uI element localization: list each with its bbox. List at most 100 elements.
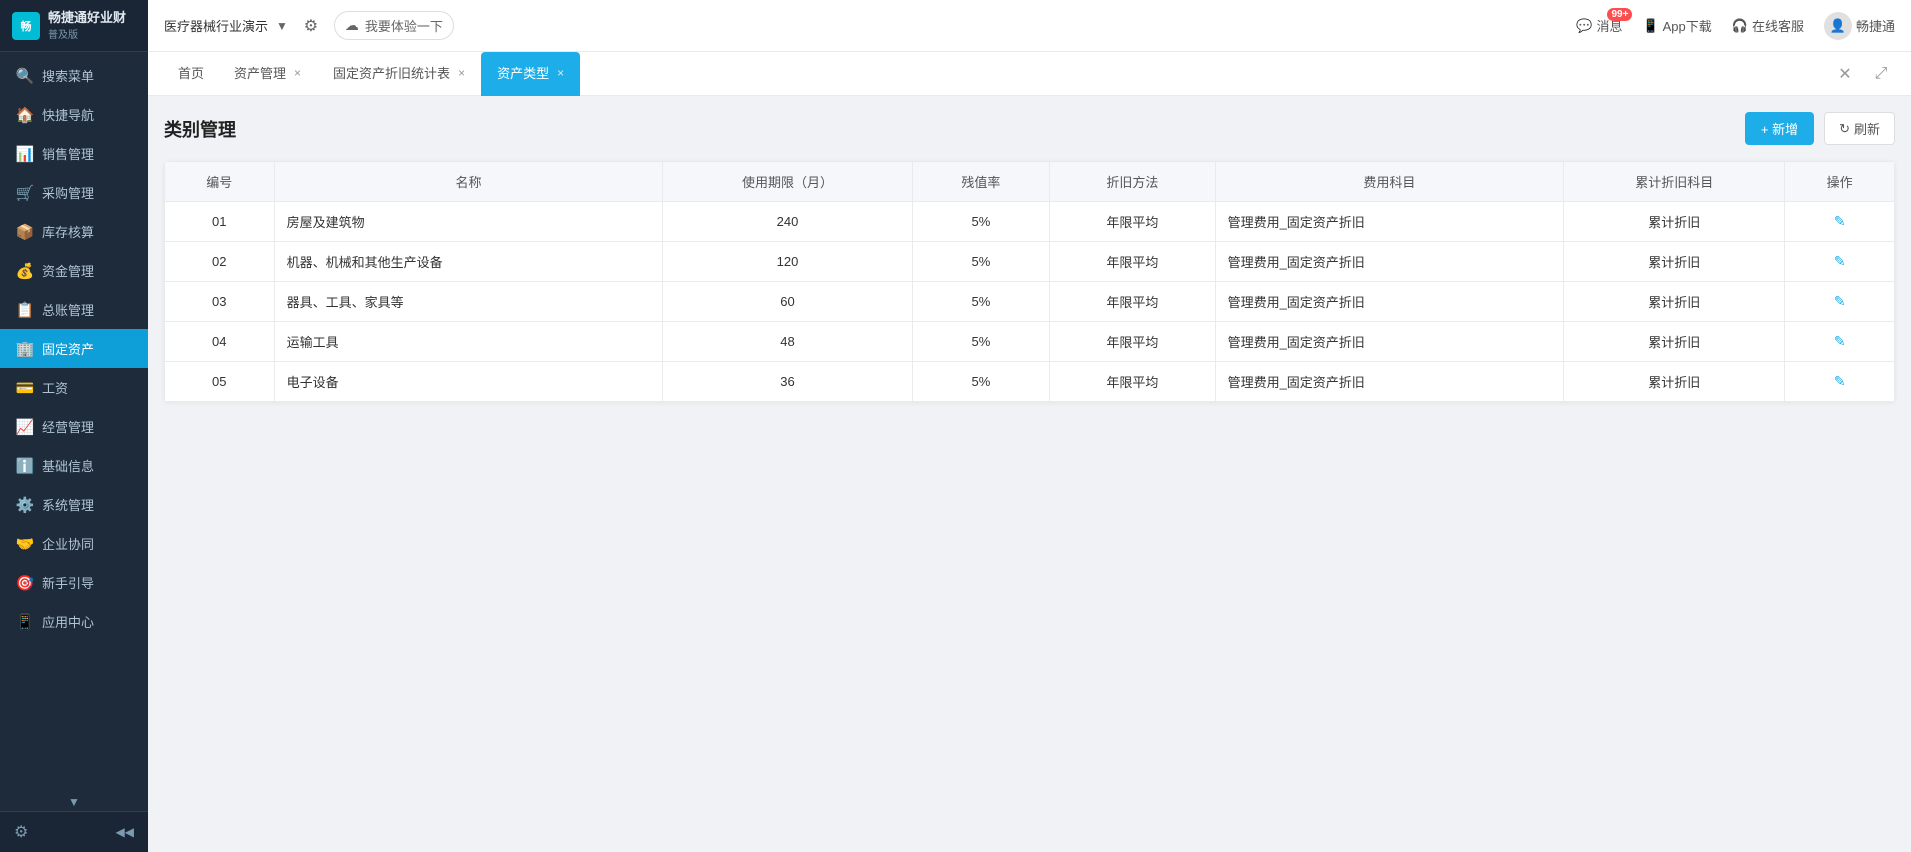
sidebar-item-label-app-center: 应用中心 bbox=[42, 612, 94, 631]
inventory-icon: 📦 bbox=[16, 223, 34, 241]
tab-asset-type[interactable]: 资产类型 × bbox=[481, 52, 580, 96]
settings-footer-icon[interactable]: ⚙ bbox=[14, 822, 28, 842]
tab-asset-type-label: 资产类型 bbox=[497, 63, 549, 82]
app-download-button[interactable]: 📱 App下载 bbox=[1642, 16, 1711, 35]
col-code: 编号 bbox=[165, 162, 275, 202]
edit-button[interactable]: ✎ bbox=[1834, 213, 1846, 229]
basic-info-icon: ℹ️ bbox=[16, 457, 34, 475]
cell-code[interactable]: 04 bbox=[165, 322, 275, 362]
sidebar-item-system[interactable]: ⚙️ 系统管理 bbox=[0, 485, 148, 524]
cell-code[interactable]: 02 bbox=[165, 242, 275, 282]
online-service-button[interactable]: 🎧 在线客服 bbox=[1732, 16, 1804, 35]
cell-code[interactable]: 01 bbox=[165, 202, 275, 242]
cell-action: ✎ bbox=[1785, 362, 1895, 402]
collapse-footer-icon[interactable]: ◀◀ bbox=[116, 825, 134, 839]
cell-depreciation: 累计折旧 bbox=[1564, 362, 1785, 402]
cell-name: 器具、工具、家具等 bbox=[274, 282, 663, 322]
sidebar-item-guide[interactable]: 🎯 新手引导 bbox=[0, 563, 148, 602]
cell-method: 年限平均 bbox=[1050, 242, 1215, 282]
sidebar-item-sales[interactable]: 📊 销售管理 bbox=[0, 134, 148, 173]
topbar-right: 💬 消息 99 📱 App下载 🎧 在线客服 👤 畅捷通 bbox=[1576, 12, 1895, 40]
user-button[interactable]: 👤 畅捷通 bbox=[1824, 12, 1895, 40]
app-center-icon: 📱 bbox=[16, 613, 34, 631]
sidebar-item-inventory[interactable]: 📦 库存核算 bbox=[0, 212, 148, 251]
cell-name: 机器、机械和其他生产设备 bbox=[274, 242, 663, 282]
sidebar-scroll-down[interactable]: ▼ bbox=[0, 793, 148, 811]
col-residual: 残值率 bbox=[912, 162, 1050, 202]
tab-asset-type-close[interactable]: × bbox=[557, 66, 564, 80]
tab-fixed-depreciation-label: 固定资产折旧统计表 bbox=[333, 63, 450, 82]
search-icon: 🔍 bbox=[16, 67, 34, 85]
sidebar-item-general-ledger[interactable]: 📋 总账管理 bbox=[0, 290, 148, 329]
tab-home-label: 首页 bbox=[178, 63, 204, 82]
sidebar-item-search[interactable]: 🔍 搜索菜单 bbox=[0, 56, 148, 95]
cell-period: 36 bbox=[663, 362, 912, 402]
cell-depreciation: 累计折旧 bbox=[1564, 202, 1785, 242]
sidebar-item-capital[interactable]: 💰 资金管理 bbox=[0, 251, 148, 290]
sidebar-item-app-center[interactable]: 📱 应用中心 bbox=[0, 602, 148, 641]
cell-expense: 管理费用_固定资产折旧 bbox=[1215, 322, 1564, 362]
sidebar-item-quick-nav[interactable]: 🏠 快捷导航 bbox=[0, 95, 148, 134]
experience-button[interactable]: ☁ 我要体验一下 bbox=[334, 11, 454, 40]
scroll-down-arrow[interactable]: ▼ bbox=[68, 795, 80, 809]
col-name: 名称 bbox=[274, 162, 663, 202]
refresh-button[interactable]: ↻ 刷新 bbox=[1824, 112, 1895, 145]
cell-period: 240 bbox=[663, 202, 912, 242]
cell-method: 年限平均 bbox=[1050, 322, 1215, 362]
tab-asset-management-close[interactable]: × bbox=[294, 66, 301, 80]
tab-fixed-depreciation-close[interactable]: × bbox=[458, 66, 465, 80]
edit-button[interactable]: ✎ bbox=[1834, 293, 1846, 309]
avatar: 👤 bbox=[1824, 12, 1852, 40]
cell-code[interactable]: 05 bbox=[165, 362, 275, 402]
sidebar-item-fixed-assets[interactable]: 🏢 固定资产 bbox=[0, 329, 148, 368]
sidebar-item-label-fixed-assets: 固定资产 bbox=[42, 339, 94, 358]
cell-residual: 5% bbox=[912, 202, 1050, 242]
cell-name: 电子设备 bbox=[274, 362, 663, 402]
col-action: 操作 bbox=[1785, 162, 1895, 202]
capital-icon: 💰 bbox=[16, 262, 34, 280]
sidebar-item-label-quick-nav: 快捷导航 bbox=[42, 105, 94, 124]
page-header: 类别管理 + 新增 ↻ 刷新 bbox=[164, 112, 1895, 145]
service-label: 在线客服 bbox=[1752, 16, 1804, 35]
sidebar-item-label-guide: 新手引导 bbox=[42, 573, 94, 592]
tab-asset-management[interactable]: 资产管理 × bbox=[218, 52, 317, 96]
cell-residual: 5% bbox=[912, 362, 1050, 402]
sidebar-item-operations[interactable]: 📈 经营管理 bbox=[0, 407, 148, 446]
tab-home[interactable]: 首页 bbox=[164, 52, 218, 96]
cell-period: 120 bbox=[663, 242, 912, 282]
edit-button[interactable]: ✎ bbox=[1834, 373, 1846, 389]
sales-icon: 📊 bbox=[16, 145, 34, 163]
cloud-icon: ☁ bbox=[345, 17, 359, 34]
cell-code[interactable]: 03 bbox=[165, 282, 275, 322]
cell-depreciation: 累计折旧 bbox=[1564, 242, 1785, 282]
cell-expense: 管理费用_固定资产折旧 bbox=[1215, 202, 1564, 242]
tab-fixed-depreciation[interactable]: 固定资产折旧统计表 × bbox=[317, 52, 481, 96]
company-dropdown-icon[interactable]: ▼ bbox=[276, 19, 288, 33]
edit-button[interactable]: ✎ bbox=[1834, 333, 1846, 349]
sidebar-item-enterprise[interactable]: 🤝 企业协同 bbox=[0, 524, 148, 563]
main-area: 医疗器械行业演示 ▼ ⚙ ☁ 我要体验一下 💬 消息 99 📱 App下载 🎧 … bbox=[148, 0, 1911, 852]
sidebar-item-purchase[interactable]: 🛒 采购管理 bbox=[0, 173, 148, 212]
app-download-label: App下载 bbox=[1663, 16, 1712, 35]
app-download-icon: 📱 bbox=[1642, 18, 1658, 34]
general-ledger-icon: 📋 bbox=[16, 301, 34, 319]
cell-name: 运输工具 bbox=[274, 322, 663, 362]
window-expand-btn[interactable]: ⤢ bbox=[1867, 60, 1895, 88]
cell-method: 年限平均 bbox=[1050, 362, 1215, 402]
cell-period: 60 bbox=[663, 282, 912, 322]
settings-icon[interactable]: ⚙ bbox=[296, 11, 326, 41]
sidebar-item-basic-info[interactable]: ℹ️ 基础信息 bbox=[0, 446, 148, 485]
cell-action: ✎ bbox=[1785, 282, 1895, 322]
sidebar-item-label-general-ledger: 总账管理 bbox=[42, 300, 94, 319]
table-row: 03 器具、工具、家具等 60 5% 年限平均 管理费用_固定资产折旧 累计折旧… bbox=[165, 282, 1895, 322]
sidebar-item-label-salary: 工资 bbox=[42, 378, 68, 397]
new-button[interactable]: + 新增 bbox=[1745, 112, 1814, 145]
edit-button[interactable]: ✎ bbox=[1834, 253, 1846, 269]
cell-action: ✎ bbox=[1785, 242, 1895, 282]
page-title: 类别管理 bbox=[164, 116, 236, 142]
sidebar-item-salary[interactable]: 💳 工资 bbox=[0, 368, 148, 407]
cell-depreciation: 累计折旧 bbox=[1564, 322, 1785, 362]
message-icon: 💬 bbox=[1576, 18, 1592, 34]
messages-button[interactable]: 💬 消息 99 bbox=[1576, 16, 1622, 35]
window-close-btn[interactable]: ✕ bbox=[1831, 60, 1859, 88]
